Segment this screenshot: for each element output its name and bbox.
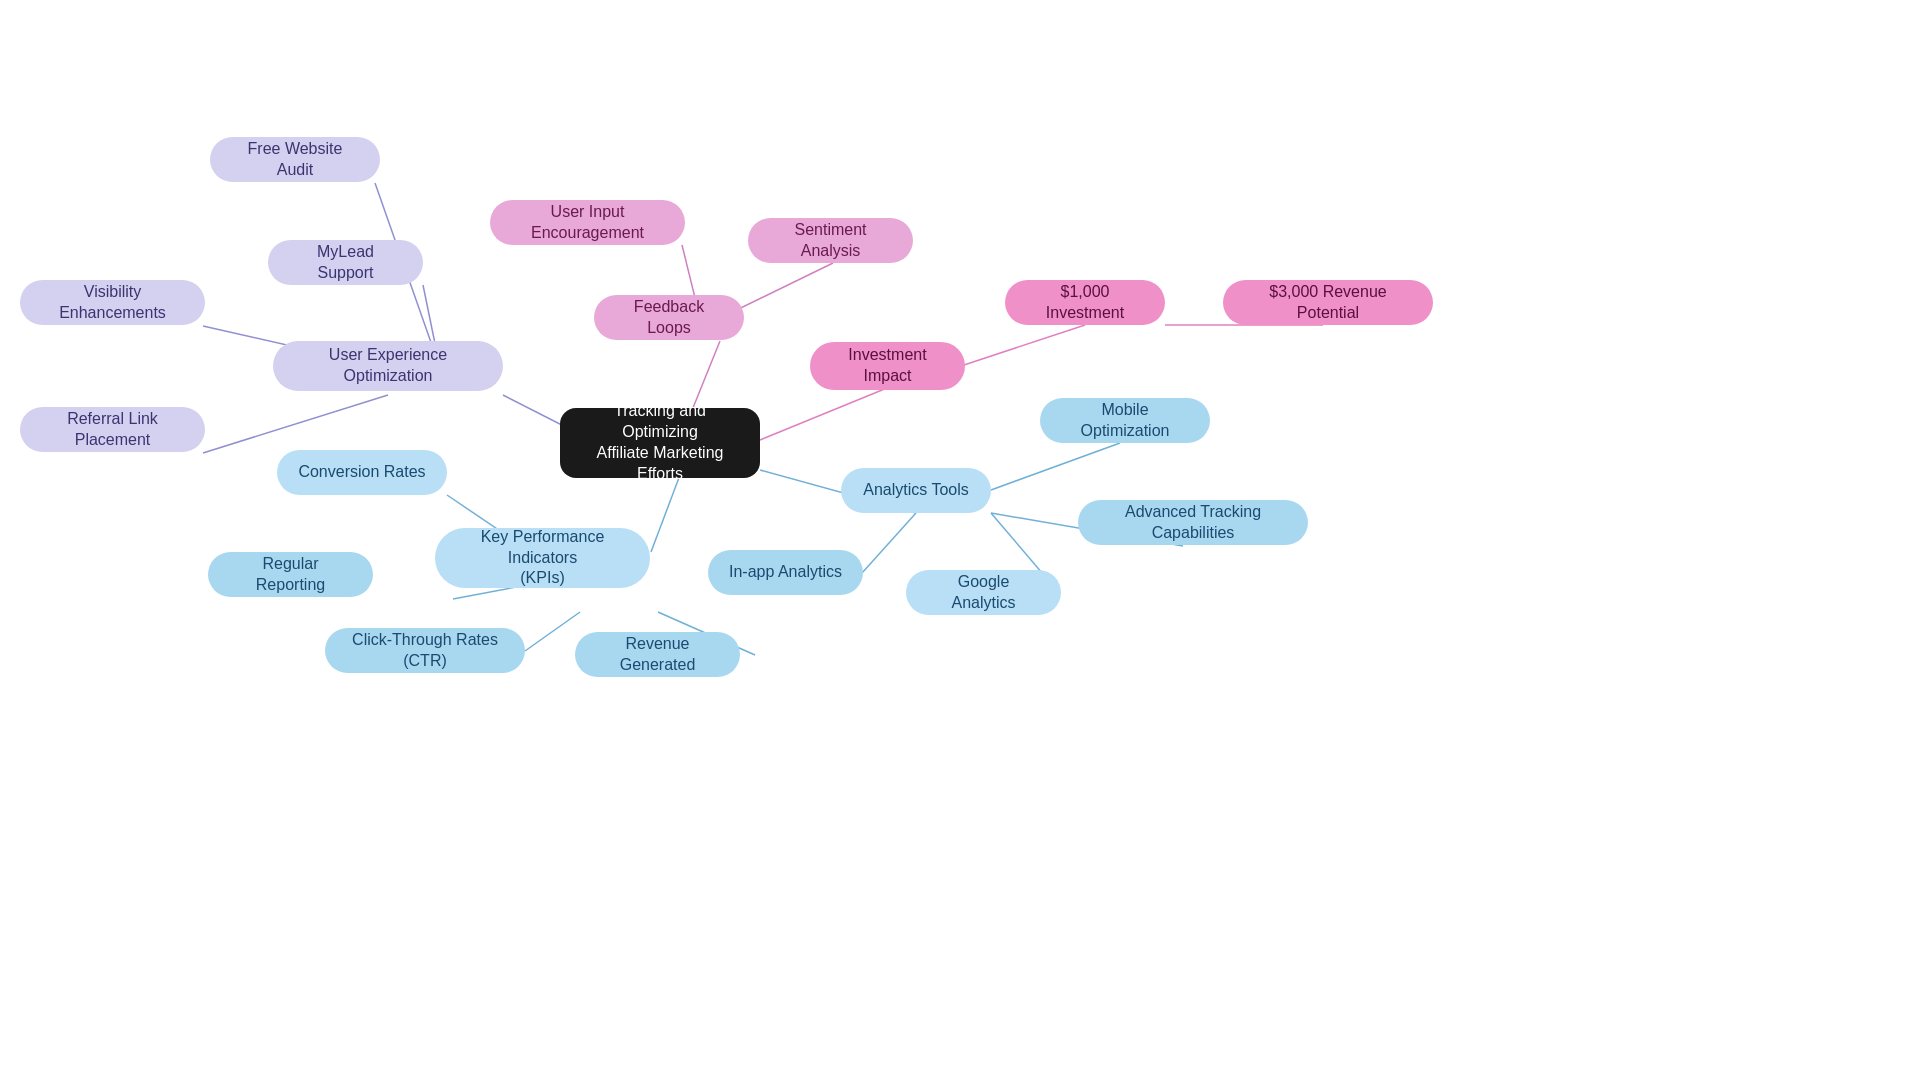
svg-line-17 [991,443,1120,490]
inapp-analytics-node: In-app Analytics [708,550,863,595]
center-node: Tracking and Optimizing Affiliate Market… [560,408,760,478]
referral-link-node: Referral Link Placement [20,407,205,452]
feedback-loops-node: Feedback Loops [594,295,744,340]
visibility-node: Visibility Enhancements [20,280,205,325]
uxo-node: User Experience Optimization [273,341,503,391]
mylead-node: MyLead Support [268,240,423,285]
mobile-opt-node: Mobile Optimization [1040,398,1210,443]
kpi-node: Key Performance Indicators (KPIs) [435,528,650,588]
user-input-node: User Input Encouragement [490,200,685,245]
investment-impact-node: Investment Impact [810,342,965,390]
svg-line-19 [862,513,916,573]
analytics-tools-node: Analytics Tools [841,468,991,513]
google-analytics-node: Google Analytics [906,570,1061,615]
svg-line-8 [203,395,388,453]
conversion-rates-node: Conversion Rates [277,450,447,495]
regular-reporting-node: Regular Reporting [208,552,373,597]
sentiment-node: Sentiment Analysis [748,218,913,263]
svg-line-2 [760,388,887,440]
revenue-3k-node: $3,000 Revenue Potential [1223,280,1433,325]
investment-1k-node: $1,000 Investment [1005,280,1165,325]
free-audit-node: Free Website Audit [210,137,380,182]
ctr-node: Click-Through Rates (CTR) [325,628,525,673]
svg-line-14 [525,612,580,651]
svg-line-3 [651,475,680,552]
revenue-generated-node: Revenue Generated [575,632,740,677]
svg-line-11 [964,325,1085,365]
advanced-tracking-node: Advanced Tracking Capabilities [1078,500,1308,545]
